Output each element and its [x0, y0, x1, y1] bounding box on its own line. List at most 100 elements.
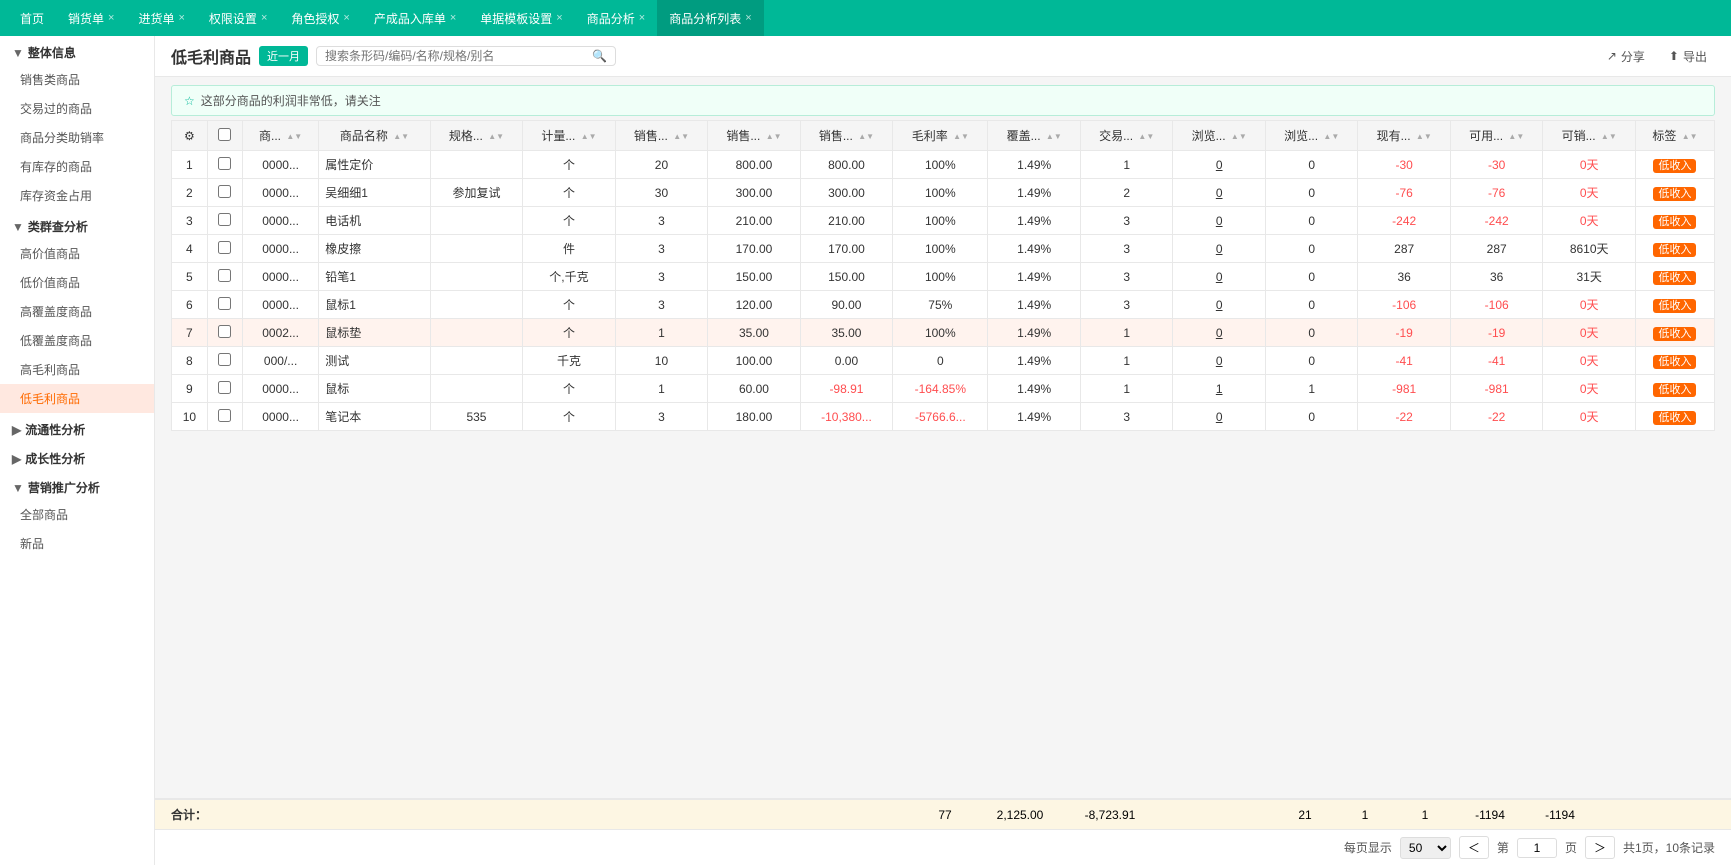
sidebar-group-growth[interactable]: ▶ 成长性分析: [0, 442, 154, 471]
row-view1[interactable]: 0: [1173, 151, 1266, 179]
prev-page-button[interactable]: ＜: [1459, 836, 1489, 859]
sidebar-item-high-margin[interactable]: 高毛利商品: [0, 355, 154, 384]
nav-item-product-analysis-list[interactable]: 商品分析列表 ×: [657, 0, 763, 36]
row-sellable-days: 0天: [1543, 347, 1636, 375]
col-sales-qty[interactable]: 销售... ▲▼: [615, 121, 708, 151]
search-icon[interactable]: 🔍: [592, 49, 607, 63]
sort-icon: ▲▼: [1508, 133, 1524, 141]
col-spec[interactable]: 规格... ▲▼: [430, 121, 523, 151]
sidebar-item-new-products[interactable]: 新品: [0, 529, 154, 558]
row-view1[interactable]: 0: [1173, 319, 1266, 347]
row-checkbox[interactable]: [207, 179, 242, 207]
col-code[interactable]: 商... ▲▼: [243, 121, 319, 151]
nav-item-product-analysis[interactable]: 商品分析 ×: [575, 0, 657, 36]
row-view1[interactable]: 0: [1173, 403, 1266, 431]
sidebar: ▼ 整体信息 销售类商品 交易过的商品 商品分类助销率 有库存的商品 库存资金占…: [0, 36, 155, 865]
col-sales-profit[interactable]: 销售... ▲▼: [800, 121, 893, 151]
row-view1[interactable]: 0: [1173, 235, 1266, 263]
row-view2: 0: [1265, 403, 1358, 431]
col-name[interactable]: 商品名称 ▲▼: [319, 121, 430, 151]
row-view1[interactable]: 1: [1173, 375, 1266, 403]
nav-item-purchase[interactable]: 进货单 ×: [126, 0, 196, 36]
row-checkbox[interactable]: [207, 235, 242, 263]
share-button[interactable]: ↗ 分享: [1599, 45, 1653, 68]
search-input[interactable]: [325, 49, 588, 63]
row-checkbox[interactable]: [207, 291, 242, 319]
select-all-checkbox[interactable]: [218, 128, 231, 141]
col-view1[interactable]: 浏览... ▲▼: [1173, 121, 1266, 151]
row-view1[interactable]: 0: [1173, 179, 1266, 207]
row-checkbox[interactable]: [207, 319, 242, 347]
sidebar-group-cluster[interactable]: ▼ 类群查分析: [0, 210, 154, 239]
close-icon[interactable]: ×: [639, 12, 645, 24]
export-button[interactable]: ⬆ 导出: [1661, 45, 1715, 68]
nav-item-home[interactable]: 首页: [8, 0, 56, 36]
page-input[interactable]: [1517, 838, 1557, 858]
row-name: 鼠标: [319, 375, 430, 403]
per-page-select[interactable]: 50 20 100: [1400, 837, 1451, 859]
row-checkbox[interactable]: [207, 375, 242, 403]
sidebar-item-in-stock[interactable]: 有库存的商品: [0, 152, 154, 181]
col-unit[interactable]: 计量... ▲▼: [523, 121, 616, 151]
sidebar-group-liquidity[interactable]: ▶ 流通性分析: [0, 413, 154, 442]
row-checkbox[interactable]: [207, 207, 242, 235]
row-checkbox[interactable]: [207, 151, 242, 179]
nav-item-template[interactable]: 单据模板设置 ×: [468, 0, 574, 36]
sidebar-group-marketing[interactable]: ▼ 营销推广分析: [0, 471, 154, 500]
time-filter-tag[interactable]: 近一月: [259, 46, 308, 66]
col-gross-rate[interactable]: 毛利率 ▲▼: [893, 121, 988, 151]
close-icon[interactable]: ×: [745, 12, 751, 24]
row-checkbox[interactable]: [207, 347, 242, 375]
row-view1[interactable]: 0: [1173, 291, 1266, 319]
sidebar-item-traded-products[interactable]: 交易过的商品: [0, 94, 154, 123]
sidebar-group-overall[interactable]: ▼ 整体信息: [0, 36, 154, 65]
col-view2[interactable]: 浏览... ▲▼: [1265, 121, 1358, 151]
col-sellable-days[interactable]: 可销... ▲▼: [1543, 121, 1636, 151]
sidebar-item-sales-products[interactable]: 销售类商品: [0, 65, 154, 94]
col-usable-stock[interactable]: 可用... ▲▼: [1450, 121, 1543, 151]
nav-item-sales[interactable]: 销货单 ×: [56, 0, 126, 36]
row-name: 测试: [319, 347, 430, 375]
close-icon[interactable]: ×: [178, 12, 184, 24]
sidebar-item-high-value[interactable]: 高价值商品: [0, 239, 154, 268]
row-view1[interactable]: 0: [1173, 263, 1266, 291]
row-view1[interactable]: 0: [1173, 207, 1266, 235]
nav-item-permissions[interactable]: 权限设置 ×: [197, 0, 279, 36]
nav-item-stock-in[interactable]: 产成品入库单 ×: [362, 0, 468, 36]
sidebar-item-stock-capital[interactable]: 库存资金占用: [0, 181, 154, 210]
nav-item-roles[interactable]: 角色授权 ×: [279, 0, 361, 36]
sidebar-item-low-coverage[interactable]: 低覆盖度商品: [0, 326, 154, 355]
row-sales-qty: 30: [615, 179, 708, 207]
col-setting[interactable]: ⚙: [172, 121, 208, 151]
row-sales-amount: 150.00: [708, 263, 801, 291]
sidebar-item-low-margin[interactable]: 低毛利商品: [0, 384, 154, 413]
row-unit: 个: [523, 151, 616, 179]
row-sales-profit: 800.00: [800, 151, 893, 179]
footer-total: 合计： 77 2,125.00 -8,723.91 21 1 1 -1194 -…: [155, 798, 1731, 829]
table-wrapper[interactable]: ⚙ 商... ▲▼ 商品名称 ▲▼ 规格... ▲▼: [155, 120, 1731, 798]
sidebar-item-high-coverage[interactable]: 高覆盖度商品: [0, 297, 154, 326]
row-gross-rate: 0: [893, 347, 988, 375]
col-current-stock[interactable]: 现有... ▲▼: [1358, 121, 1451, 151]
col-sales-amount[interactable]: 销售... ▲▼: [708, 121, 801, 151]
row-code: 000/...: [243, 347, 319, 375]
col-checkbox[interactable]: [207, 121, 242, 151]
close-icon[interactable]: ×: [450, 12, 456, 24]
sidebar-item-low-value[interactable]: 低价值商品: [0, 268, 154, 297]
col-trade[interactable]: 交易... ▲▼: [1080, 121, 1173, 151]
close-icon[interactable]: ×: [343, 12, 349, 24]
sidebar-item-all-products[interactable]: 全部商品: [0, 500, 154, 529]
row-unit: 个,千克: [523, 263, 616, 291]
close-icon[interactable]: ×: [108, 12, 114, 24]
next-page-button[interactable]: ＞: [1585, 836, 1615, 859]
row-view1[interactable]: 0: [1173, 347, 1266, 375]
col-tag[interactable]: 标签 ▲▼: [1635, 121, 1714, 151]
sidebar-item-category-sales-rate[interactable]: 商品分类助销率: [0, 123, 154, 152]
row-checkbox[interactable]: [207, 263, 242, 291]
close-icon[interactable]: ×: [556, 12, 562, 24]
col-coverage[interactable]: 覆盖... ▲▼: [988, 121, 1081, 151]
row-sales-profit: 170.00: [800, 235, 893, 263]
row-checkbox[interactable]: [207, 403, 242, 431]
row-no: 4: [172, 235, 208, 263]
close-icon[interactable]: ×: [261, 12, 267, 24]
